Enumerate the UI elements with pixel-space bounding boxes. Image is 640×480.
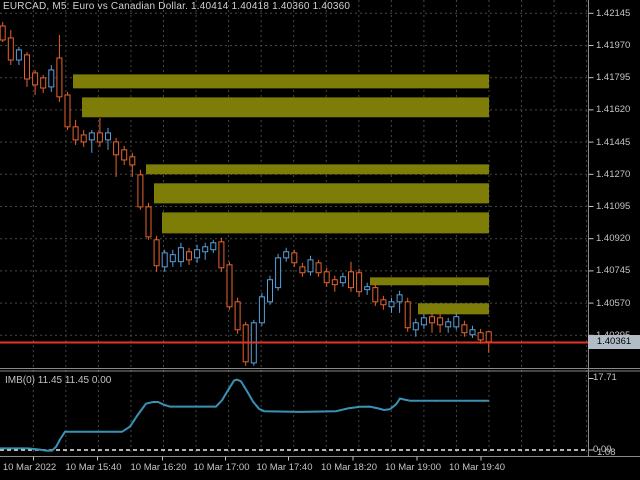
price-axis-label: 1.41620	[596, 104, 631, 116]
time-axis-label: 10 Mar 19:00	[385, 462, 441, 473]
indicator-overlap-label: 1.08	[597, 447, 616, 458]
mt5-chart-window: EURCAD, M5: Euro vs Canadian Dollar. 1.4…	[0, 0, 640, 480]
time-axis-label: 10 Mar 15:40	[65, 462, 122, 473]
price-axis-label: 1.41445	[596, 136, 631, 148]
time-axis-label: 10 Mar 19:40	[449, 462, 505, 473]
current-price-badge: 1.40361	[588, 335, 640, 349]
price-axis-label: 1.42145	[596, 7, 631, 19]
price-axis-label: 1.40745	[596, 265, 631, 277]
price-axis-label: 1.41970	[596, 40, 631, 51]
indicator-max-label: 17.71	[593, 372, 617, 383]
price-axis-label: 1.41270	[596, 168, 631, 180]
time-axis-label: 10 Mar 18:20	[321, 462, 377, 473]
chart-canvas[interactable]	[0, 0, 640, 480]
time-axis-label: 10 Mar 2022	[2, 462, 57, 473]
price-axis-label: 1.41795	[596, 72, 631, 84]
price-axis-label: 1.40570	[596, 297, 631, 309]
price-axis-label: 1.40920	[596, 233, 631, 245]
price-axis-label: 1.41095	[596, 201, 631, 212]
chart-symbol-title: EURCAD, M5: Euro vs Canadian Dollar. 1.4…	[3, 1, 351, 12]
time-axis-label: 10 Mar 16:20	[130, 462, 187, 473]
indicator-label: IMB(0) 11.45 11.45 0.00	[5, 375, 112, 386]
time-axis-label: 10 Mar 17:40	[256, 462, 313, 473]
time-axis-label: 10 Mar 17:00	[193, 462, 250, 473]
